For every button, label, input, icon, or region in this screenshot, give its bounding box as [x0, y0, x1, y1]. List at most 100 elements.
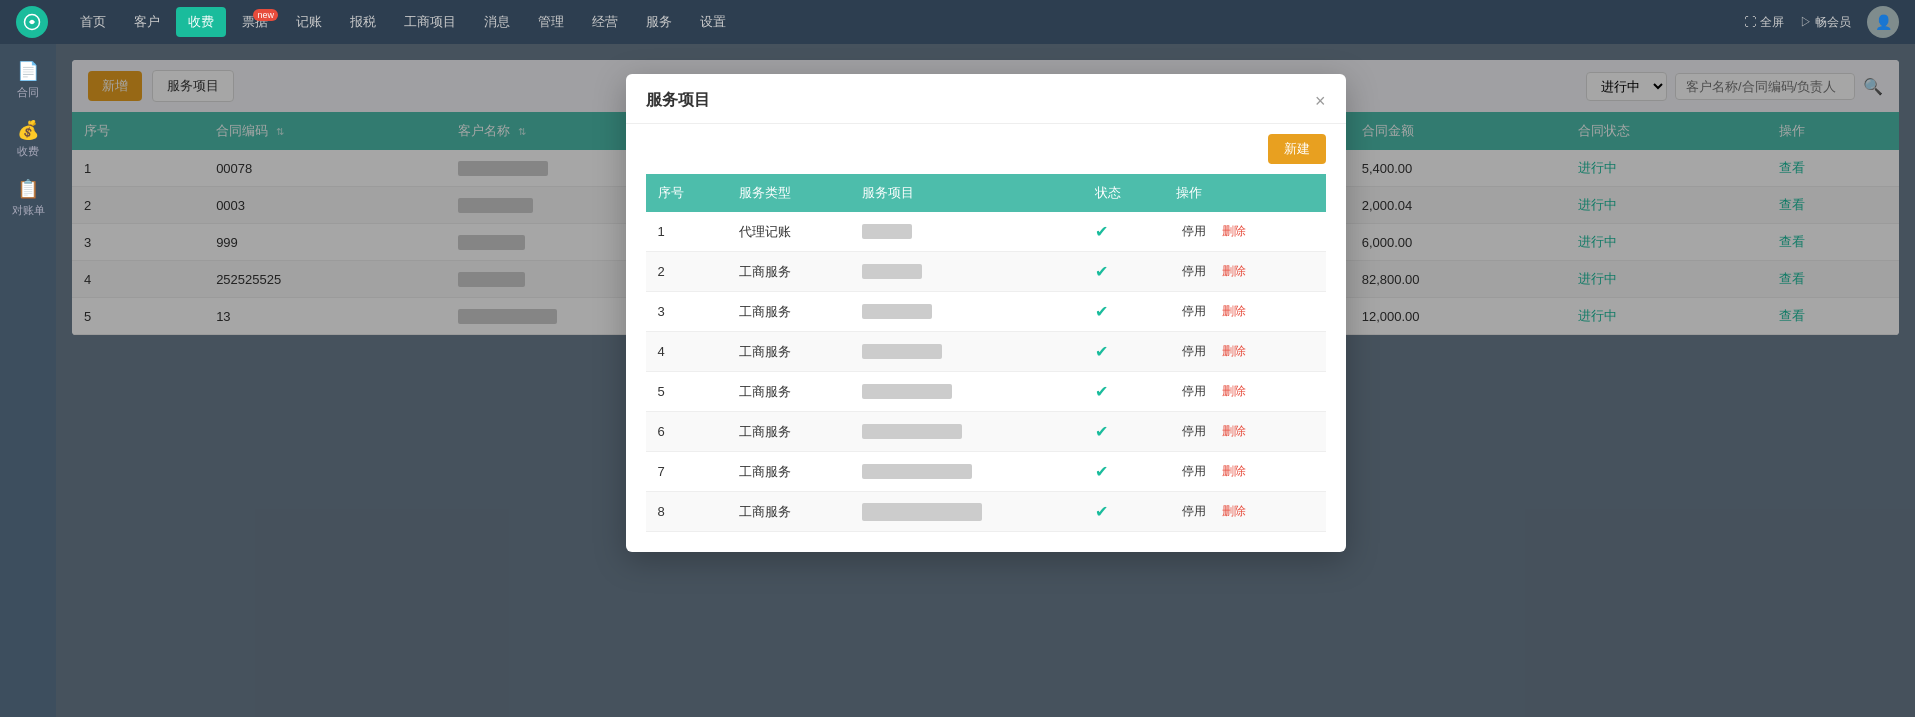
duizhangdan-icon: 📋 — [17, 178, 39, 200]
delete-button[interactable]: 删除 — [1216, 221, 1252, 242]
modal-cell-action: 停用 删除 — [1164, 412, 1325, 452]
contract-icon: 📄 — [17, 60, 39, 82]
delete-button[interactable]: 删除 — [1216, 301, 1252, 322]
modal-cell-item: ████1 — [850, 212, 1083, 252]
nav-jingying[interactable]: 经营 — [580, 7, 630, 37]
sidebar-item-duizhangdan[interactable]: 📋 对账单 — [3, 170, 53, 225]
modal-col-status: 状态 — [1083, 174, 1164, 212]
modal-table-row: 8 工商服务 ████注册 ✔ 停用 删除 — [646, 492, 1326, 532]
nav-baoshui[interactable]: 报税 — [338, 7, 388, 37]
nav-jizhang[interactable]: 记账 — [284, 7, 334, 37]
modal-cell-action: 停用 删除 — [1164, 332, 1325, 372]
nav-gongshang[interactable]: 工商项目 — [392, 7, 468, 37]
nav-manage[interactable]: 管理 — [526, 7, 576, 37]
modal-cell-item: ████████ — [850, 412, 1083, 452]
modal-cell-status: ✔ — [1083, 292, 1164, 332]
sidebar-label-duizhangdan: 对账单 — [12, 204, 45, 217]
modal-cell-status: ✔ — [1083, 492, 1164, 532]
modal-cell-seq: 6 — [646, 412, 727, 452]
modal-cell-action: 停用 删除 — [1164, 452, 1325, 492]
service-modal: 服务项目 × 新建 序号 服务类型 服务项目 状态 — [626, 74, 1346, 552]
modal-cell-action: 停用 删除 — [1164, 212, 1325, 252]
stop-button[interactable]: 停用 — [1176, 301, 1212, 322]
stop-button[interactable]: 停用 — [1176, 461, 1212, 482]
modal-cell-seq: 7 — [646, 452, 727, 492]
member-btn[interactable]: ▷ 畅会员 — [1800, 14, 1851, 31]
modal-cell-status: ✔ — [1083, 412, 1164, 452]
modal-cell-seq: 1 — [646, 212, 727, 252]
modal-toolbar: 新建 — [626, 124, 1346, 174]
modal-cell-type: 工商服务 — [727, 412, 850, 452]
stop-button[interactable]: 停用 — [1176, 261, 1212, 282]
modal-cell-action: 停用 删除 — [1164, 492, 1325, 532]
modal-table-row: 4 工商服务 ████ ✔ 停用 删除 — [646, 332, 1326, 372]
modal-title: 服务项目 — [646, 90, 710, 111]
modal-cell-seq: 4 — [646, 332, 727, 372]
nav-shoufei[interactable]: 收费 — [176, 7, 226, 37]
modal-cell-status: ✔ — [1083, 372, 1164, 412]
modal-cell-item: ████ — [850, 372, 1083, 412]
nav-settings[interactable]: 设置 — [688, 7, 738, 37]
delete-button[interactable]: 删除 — [1216, 341, 1252, 362]
modal-cell-status: ✔ — [1083, 452, 1164, 492]
modal-new-button[interactable]: 新建 — [1268, 134, 1326, 164]
stop-button[interactable]: 停用 — [1176, 501, 1212, 522]
sidebar-label-shoufei: 收费 — [17, 145, 39, 158]
modal-col-type: 服务类型 — [727, 174, 850, 212]
modal-cell-seq: 5 — [646, 372, 727, 412]
modal-cell-status: ✔ — [1083, 252, 1164, 292]
top-nav-right: ⛶ 全屏 ▷ 畅会员 👤 — [1744, 6, 1899, 38]
modal-cell-seq: 8 — [646, 492, 727, 532]
service-items-table: 序号 服务类型 服务项目 状态 操作 1 代理记账 ████1 ✔ 停用 删除 — [646, 174, 1326, 532]
new-badge: new — [253, 9, 278, 21]
nav-service[interactable]: 服务 — [634, 7, 684, 37]
stop-button[interactable]: 停用 — [1176, 421, 1212, 442]
fullscreen-btn[interactable]: ⛶ 全屏 — [1744, 14, 1783, 31]
app-logo — [16, 6, 48, 38]
modal-cell-type: 工商服务 — [727, 372, 850, 412]
modal-table-row: 6 工商服务 ████████ ✔ 停用 删除 — [646, 412, 1326, 452]
modal-cell-type: 工商服务 — [727, 292, 850, 332]
delete-button[interactable]: 删除 — [1216, 381, 1252, 402]
modal-cell-action: 停用 删除 — [1164, 292, 1325, 332]
modal-table-row: 2 工商服务 ████ ✔ 停用 删除 — [646, 252, 1326, 292]
sidebar-item-shoufei[interactable]: 💰 收费 — [3, 111, 53, 166]
modal-cell-type: 工商服务 — [727, 452, 850, 492]
delete-button[interactable]: 删除 — [1216, 261, 1252, 282]
nav-message[interactable]: 消息 — [472, 7, 522, 37]
modal-cell-item: ████ — [850, 252, 1083, 292]
modal-overlay: 服务项目 × 新建 序号 服务类型 服务项目 状态 — [56, 44, 1915, 717]
delete-button[interactable]: 删除 — [1216, 501, 1252, 522]
delete-button[interactable]: 删除 — [1216, 421, 1252, 442]
modal-table-row: 7 工商服务 ████ ✔ 停用 删除 — [646, 452, 1326, 492]
top-nav: 首页 客户 收费 票据 new 记账 报税 工商项目 消息 管理 经营 服务 设… — [0, 0, 1915, 44]
modal-cell-seq: 2 — [646, 252, 727, 292]
modal-cell-action: 停用 删除 — [1164, 252, 1325, 292]
modal-header: 服务项目 × — [626, 74, 1346, 124]
modal-cell-item: ████注册 — [850, 492, 1083, 532]
modal-cell-type: 工商服务 — [727, 332, 850, 372]
nav-items: 首页 客户 收费 票据 new 记账 报税 工商项目 消息 管理 经营 服务 设… — [68, 7, 1744, 37]
nav-piaojv[interactable]: 票据 new — [230, 7, 280, 37]
modal-close-button[interactable]: × — [1315, 92, 1326, 110]
modal-col-seq: 序号 — [646, 174, 727, 212]
stop-button[interactable]: 停用 — [1176, 381, 1212, 402]
sidebar-label-contract: 合同 — [17, 86, 39, 99]
avatar[interactable]: 👤 — [1867, 6, 1899, 38]
delete-button[interactable]: 删除 — [1216, 461, 1252, 482]
shoufei-icon: 💰 — [17, 119, 39, 141]
modal-cell-status: ✔ — [1083, 332, 1164, 372]
modal-cell-type: 工商服务 — [727, 252, 850, 292]
modal-cell-item: ████ — [850, 452, 1083, 492]
modal-table-row: 3 工商服务 ████ ✔ 停用 删除 — [646, 292, 1326, 332]
nav-customer[interactable]: 客户 — [122, 7, 172, 37]
nav-home[interactable]: 首页 — [68, 7, 118, 37]
stop-button[interactable]: 停用 — [1176, 341, 1212, 362]
modal-table-container[interactable]: 序号 服务类型 服务项目 状态 操作 1 代理记账 ████1 ✔ 停用 删除 — [626, 174, 1346, 552]
sidebar-item-contract[interactable]: 📄 合同 — [3, 52, 53, 107]
modal-col-item: 服务项目 — [850, 174, 1083, 212]
modal-cell-type: 代理记账 — [727, 212, 850, 252]
content-area: 新增 服务项目 进行中 全部 已完成 已终止 🔍 序号 — [56, 44, 1915, 717]
modal-cell-seq: 3 — [646, 292, 727, 332]
stop-button[interactable]: 停用 — [1176, 221, 1212, 242]
